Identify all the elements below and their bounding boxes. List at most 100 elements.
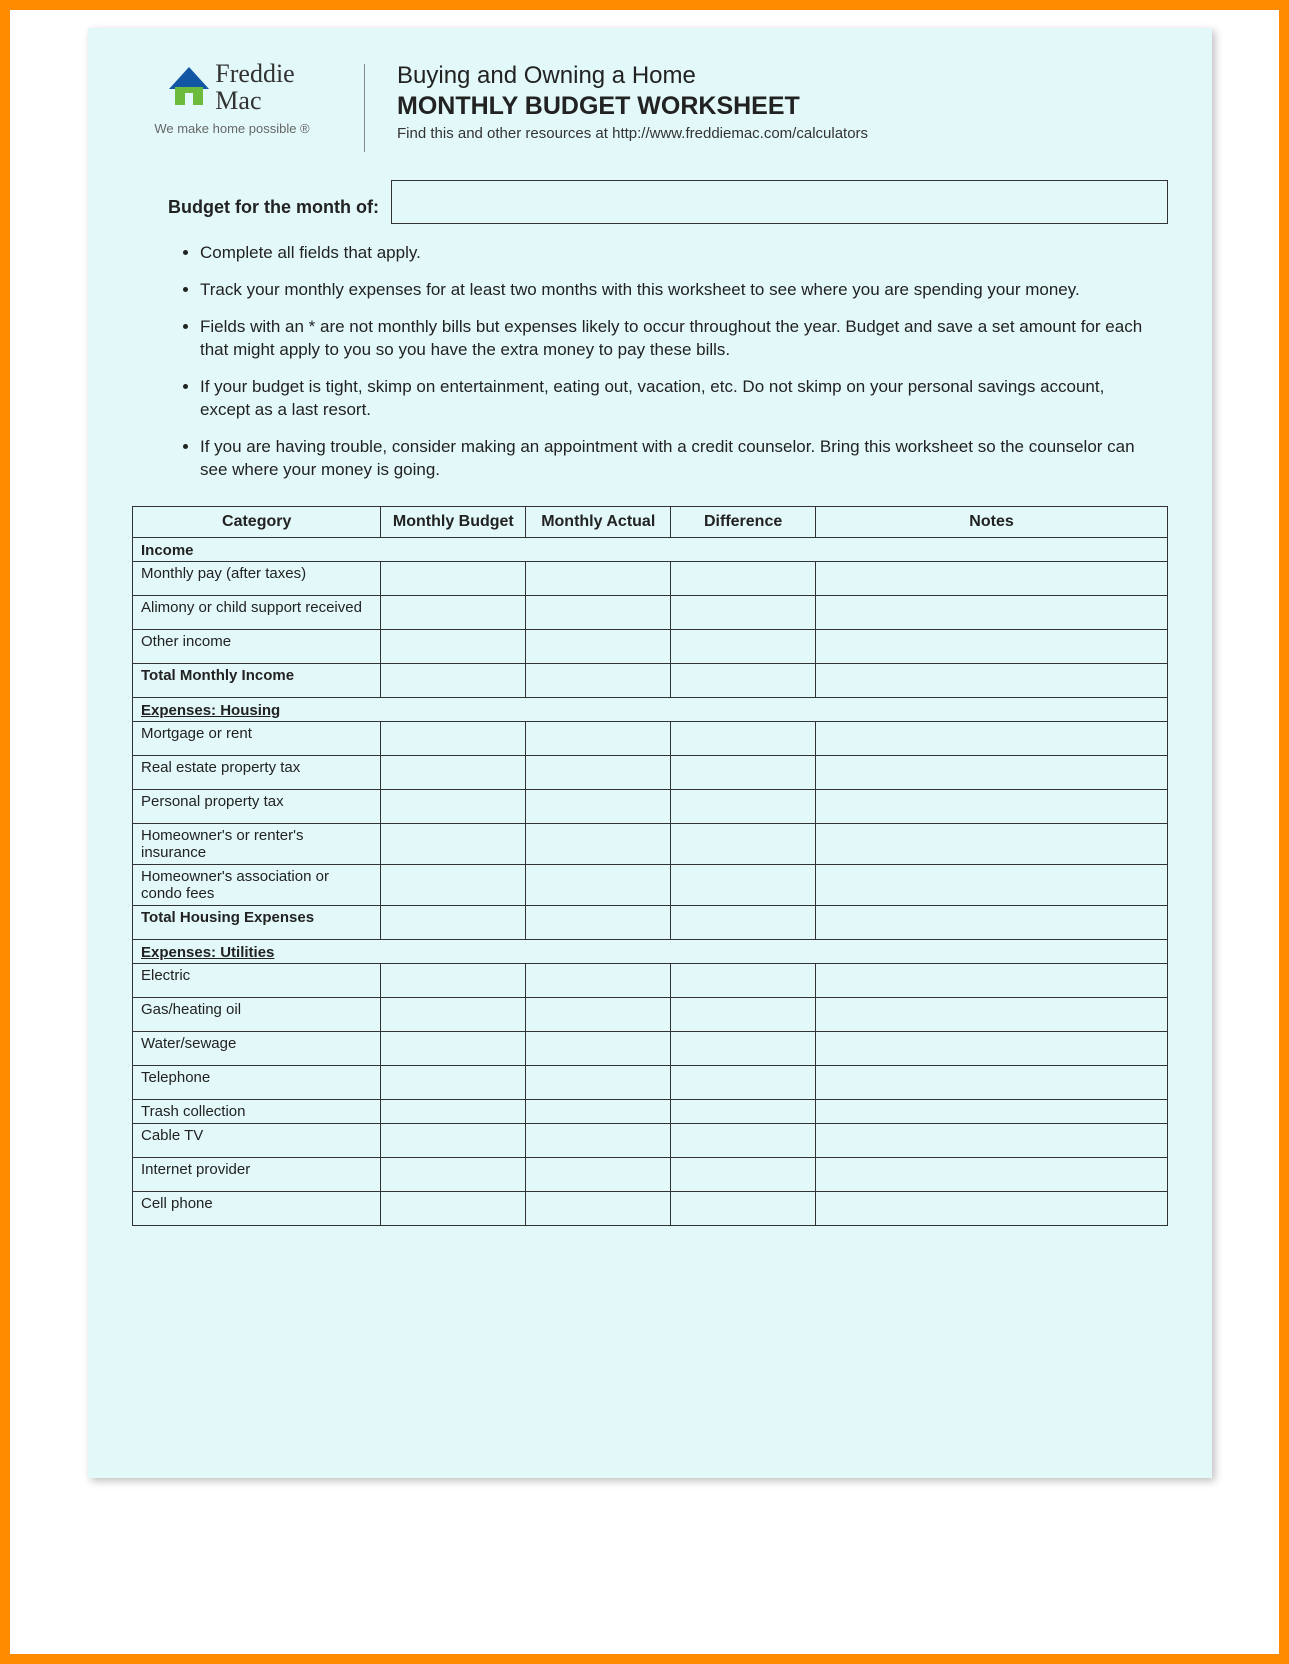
cell-actual[interactable] <box>526 629 671 663</box>
cell-notes[interactable] <box>816 823 1168 864</box>
section-header: Income <box>133 537 1168 561</box>
month-input[interactable] <box>391 180 1168 224</box>
cell-notes[interactable] <box>816 1065 1168 1099</box>
cell-notes[interactable] <box>816 629 1168 663</box>
cell-notes[interactable] <box>816 663 1168 697</box>
cell-budget[interactable] <box>381 997 526 1031</box>
cell-notes[interactable] <box>816 1031 1168 1065</box>
cell-budget[interactable] <box>381 663 526 697</box>
row-category: Cell phone <box>133 1191 381 1225</box>
cell-budget[interactable] <box>381 1099 526 1123</box>
col-monthly-actual: Monthly Actual <box>526 506 671 537</box>
cell-difference[interactable] <box>671 997 816 1031</box>
cell-actual[interactable] <box>526 1123 671 1157</box>
logo-text: Freddie Mac <box>215 60 294 115</box>
cell-budget[interactable] <box>381 755 526 789</box>
cell-budget[interactable] <box>381 721 526 755</box>
total-label: Total Monthly Income <box>133 663 381 697</box>
cell-budget[interactable] <box>381 864 526 905</box>
cell-notes[interactable] <box>816 1157 1168 1191</box>
cell-actual[interactable] <box>526 1099 671 1123</box>
cell-difference[interactable] <box>671 1157 816 1191</box>
cell-difference[interactable] <box>671 905 816 939</box>
cell-difference[interactable] <box>671 1123 816 1157</box>
table-row: Gas/heating oil <box>133 997 1168 1031</box>
cell-notes[interactable] <box>816 1099 1168 1123</box>
cell-notes[interactable] <box>816 1191 1168 1225</box>
cell-difference[interactable] <box>671 561 816 595</box>
cell-notes[interactable] <box>816 561 1168 595</box>
cell-budget[interactable] <box>381 963 526 997</box>
cell-actual[interactable] <box>526 997 671 1031</box>
instructions-list: Complete all fields that apply. Track yo… <box>172 242 1148 482</box>
cell-actual[interactable] <box>526 905 671 939</box>
cell-difference[interactable] <box>671 864 816 905</box>
cell-budget[interactable] <box>381 1123 526 1157</box>
cell-notes[interactable] <box>816 963 1168 997</box>
cell-difference[interactable] <box>671 663 816 697</box>
title-block: Buying and Owning a Home MONTHLY BUDGET … <box>397 60 868 142</box>
cell-notes[interactable] <box>816 997 1168 1031</box>
cell-actual[interactable] <box>526 721 671 755</box>
cell-budget[interactable] <box>381 823 526 864</box>
cell-notes[interactable] <box>816 595 1168 629</box>
table-row: Personal property tax <box>133 789 1168 823</box>
cell-difference[interactable] <box>671 721 816 755</box>
cell-budget[interactable] <box>381 1031 526 1065</box>
cell-budget[interactable] <box>381 789 526 823</box>
total-row: Total Monthly Income <box>133 663 1168 697</box>
cell-budget[interactable] <box>381 595 526 629</box>
cell-notes[interactable] <box>816 1123 1168 1157</box>
freddie-mac-logo-icon <box>169 67 209 107</box>
cell-notes[interactable] <box>816 905 1168 939</box>
cell-difference[interactable] <box>671 629 816 663</box>
row-category: Trash collection <box>133 1099 381 1123</box>
cell-notes[interactable] <box>816 721 1168 755</box>
table-row: Trash collection <box>133 1099 1168 1123</box>
month-row: Budget for the month of: <box>132 180 1168 224</box>
logo-tagline: We make home possible ® <box>132 121 332 136</box>
cell-notes[interactable] <box>816 864 1168 905</box>
page-header: Freddie Mac We make home possible ® Buyi… <box>132 60 1168 152</box>
cell-actual[interactable] <box>526 663 671 697</box>
table-row: Water/sewage <box>133 1031 1168 1065</box>
row-category: Gas/heating oil <box>133 997 381 1031</box>
table-row: Other income <box>133 629 1168 663</box>
instruction-item: Fields with an * are not monthly bills b… <box>200 316 1148 362</box>
cell-notes[interactable] <box>816 755 1168 789</box>
cell-actual[interactable] <box>526 1031 671 1065</box>
cell-budget[interactable] <box>381 1157 526 1191</box>
cell-actual[interactable] <box>526 864 671 905</box>
cell-actual[interactable] <box>526 789 671 823</box>
cell-difference[interactable] <box>671 823 816 864</box>
cell-budget[interactable] <box>381 1065 526 1099</box>
cell-notes[interactable] <box>816 789 1168 823</box>
section-title: Income <box>141 542 194 559</box>
row-category: Personal property tax <box>133 789 381 823</box>
table-row: Monthly pay (after taxes) <box>133 561 1168 595</box>
cell-actual[interactable] <box>526 595 671 629</box>
cell-actual[interactable] <box>526 1065 671 1099</box>
cell-difference[interactable] <box>671 1031 816 1065</box>
cell-budget[interactable] <box>381 1191 526 1225</box>
cell-actual[interactable] <box>526 755 671 789</box>
cell-difference[interactable] <box>671 595 816 629</box>
worksheet-page: Freddie Mac We make home possible ® Buyi… <box>88 28 1212 1478</box>
cell-difference[interactable] <box>671 789 816 823</box>
table-row: Cable TV <box>133 1123 1168 1157</box>
cell-budget[interactable] <box>381 629 526 663</box>
cell-budget[interactable] <box>381 905 526 939</box>
cell-actual[interactable] <box>526 1157 671 1191</box>
cell-actual[interactable] <box>526 963 671 997</box>
cell-difference[interactable] <box>671 1191 816 1225</box>
cell-actual[interactable] <box>526 561 671 595</box>
cell-difference[interactable] <box>671 1099 816 1123</box>
cell-difference[interactable] <box>671 1065 816 1099</box>
cell-difference[interactable] <box>671 963 816 997</box>
logo-line2: Mac <box>215 87 294 114</box>
cell-actual[interactable] <box>526 1191 671 1225</box>
table-row: Real estate property tax <box>133 755 1168 789</box>
cell-actual[interactable] <box>526 823 671 864</box>
cell-budget[interactable] <box>381 561 526 595</box>
cell-difference[interactable] <box>671 755 816 789</box>
